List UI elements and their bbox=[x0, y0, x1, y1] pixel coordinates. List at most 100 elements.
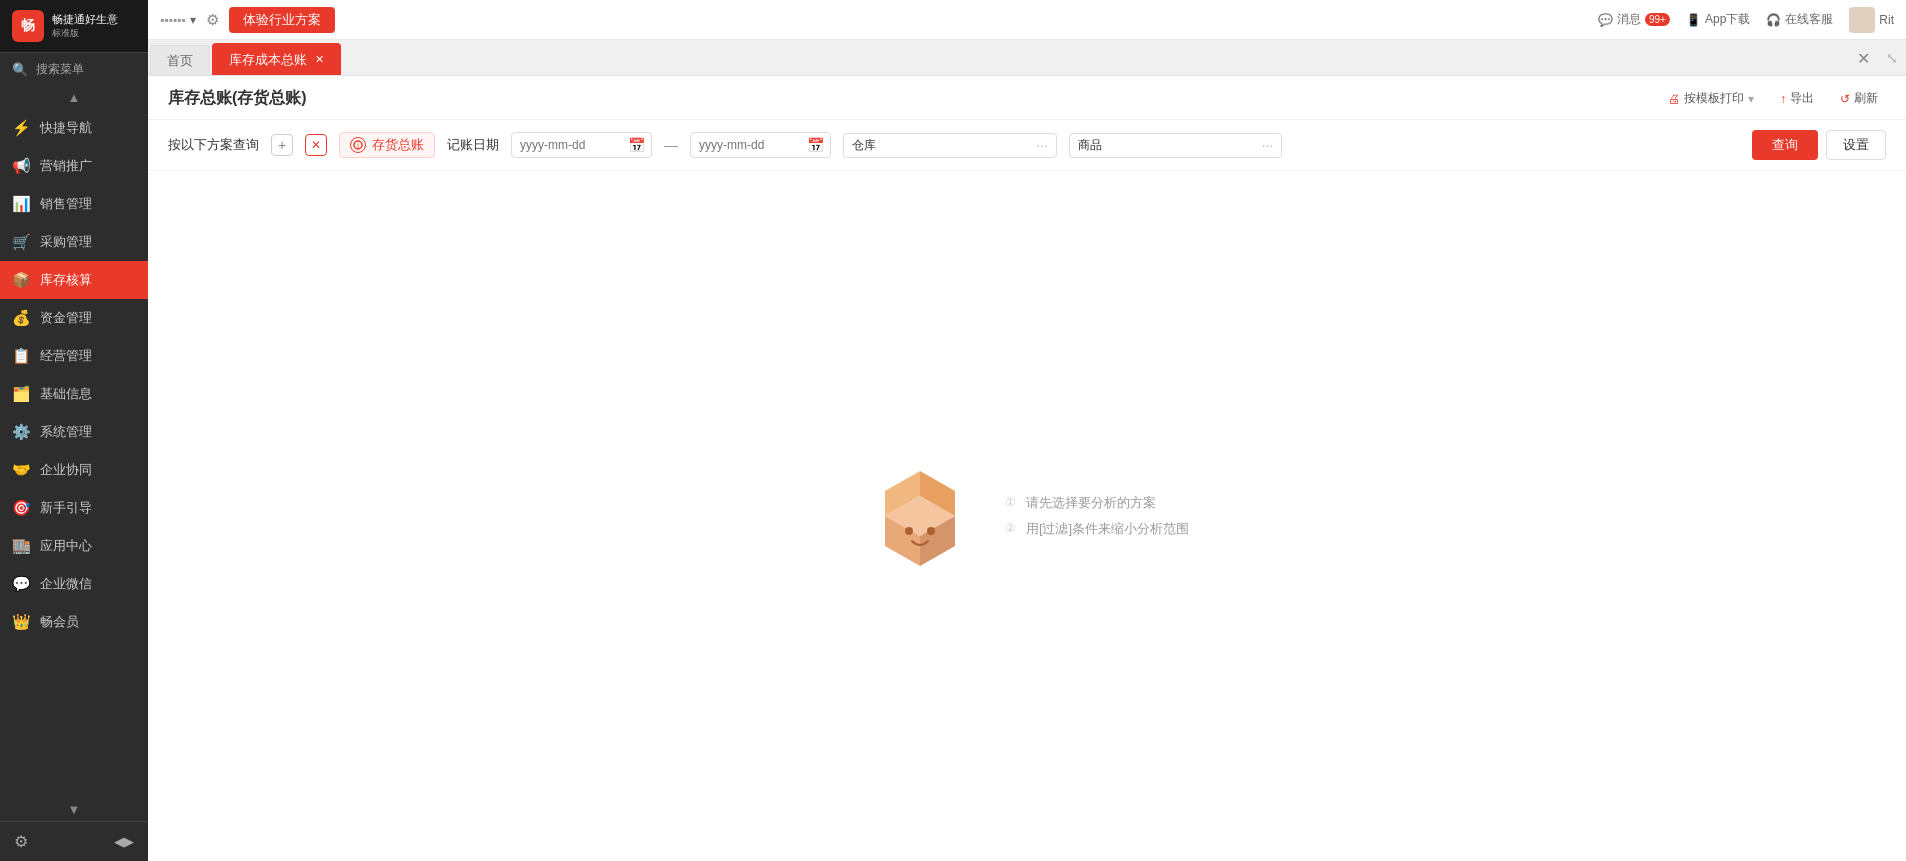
topbar: ▪▪▪▪▪▪ ▾ ⚙ 体验行业方案 💬 消息 99+ 📱 App下载 🎧 在线客… bbox=[148, 0, 1906, 40]
purchase-icon: 🛒 bbox=[12, 233, 30, 251]
sidebar-item-appstore[interactable]: 🏬 应用中心 bbox=[0, 527, 148, 565]
hint-num-1: ① bbox=[1005, 490, 1016, 514]
sidebar-search[interactable]: 🔍 搜索菜单 bbox=[0, 53, 148, 86]
goods-input[interactable] bbox=[1108, 138, 1258, 152]
sidebar-item-purchase[interactable]: 🛒 采购管理 bbox=[0, 223, 148, 261]
empty-text: ① 请先选择要分析的方案 ② 用[过滤]条件来缩小分析范围 bbox=[1005, 490, 1189, 542]
svg-point-8 bbox=[927, 527, 935, 535]
goods-label: 商品 bbox=[1078, 137, 1102, 154]
calendar-to-icon[interactable]: 📅 bbox=[801, 133, 830, 157]
export-btn[interactable]: ↑ 导出 bbox=[1772, 86, 1822, 111]
app-logo-text: 畅捷通好生意 标准版 bbox=[52, 12, 118, 39]
warehouse-more-icon[interactable]: ··· bbox=[1032, 137, 1048, 153]
sales-icon: 📊 bbox=[12, 195, 30, 213]
topbar-right: 💬 消息 99+ 📱 App下载 🎧 在线客服 Rit bbox=[1598, 7, 1894, 33]
marketing-icon: 📢 bbox=[12, 157, 30, 175]
headset-icon: 🎧 bbox=[1766, 13, 1781, 27]
member-icon: 👑 bbox=[12, 613, 30, 631]
scroll-down-btn[interactable]: ▼ bbox=[0, 798, 148, 821]
basic-icon: 🗂️ bbox=[12, 385, 30, 403]
user-avatar-btn[interactable]: Rit bbox=[1849, 7, 1894, 33]
filter-scheme-item[interactable]: i 存货总账 bbox=[339, 132, 435, 158]
page-header-actions: 🖨 按模板打印 ▾ ↑ 导出 ↺ 刷新 bbox=[1660, 86, 1886, 111]
empty-illustration bbox=[865, 461, 975, 571]
sidebar-item-member[interactable]: 👑 畅会员 bbox=[0, 603, 148, 641]
hint-num-2: ② bbox=[1005, 516, 1016, 540]
user-avatar bbox=[1849, 7, 1875, 33]
online-support-btn[interactable]: 🎧 在线客服 bbox=[1766, 11, 1833, 28]
sidebar: 畅 畅捷通好生意 标准版 🔍 搜索菜单 ▲ ⚡ 快捷导航 📢 营销推广 📊 销售… bbox=[0, 0, 148, 861]
message-icon: 💬 bbox=[1598, 13, 1613, 27]
tabbar: 首页 库存成本总账 ✕ ✕ ⤡ bbox=[148, 40, 1906, 76]
sidebar-nav: ⚡ 快捷导航 📢 营销推广 📊 销售管理 🛒 采购管理 📦 库存核算 💰 资金管… bbox=[0, 109, 148, 798]
system-icon: ⚙️ bbox=[12, 423, 30, 441]
sidebar-item-operation[interactable]: 📋 经营管理 bbox=[0, 337, 148, 375]
print-btn[interactable]: 🖨 按模板打印 ▾ bbox=[1660, 86, 1762, 111]
export-icon: ↑ bbox=[1780, 92, 1786, 106]
tab-close-icon[interactable]: ✕ bbox=[315, 53, 324, 66]
sidebar-item-quick-nav[interactable]: ⚡ 快捷导航 bbox=[0, 109, 148, 147]
hint-text-2: 用[过滤]条件来缩小分析范围 bbox=[1026, 516, 1189, 542]
date-to-input-wrap: 📅 bbox=[690, 132, 831, 158]
operation-icon: 📋 bbox=[12, 347, 30, 365]
goods-more-icon[interactable]: ··· bbox=[1258, 137, 1274, 153]
tab-inventory-ledger[interactable]: 库存成本总账 ✕ bbox=[212, 43, 341, 75]
date-to-input[interactable] bbox=[691, 134, 801, 156]
tabbar-expand-btn[interactable]: ⤡ bbox=[1886, 50, 1898, 66]
message-badge: 99+ bbox=[1645, 13, 1670, 26]
query-button[interactable]: 查询 bbox=[1752, 130, 1818, 160]
chevron-down-icon: ▾ bbox=[190, 13, 196, 27]
calendar-from-icon[interactable]: 📅 bbox=[622, 133, 651, 157]
sidebar-logo: 畅 畅捷通好生意 标准版 bbox=[0, 0, 148, 53]
filter-clear-btn[interactable]: ✕ bbox=[305, 134, 327, 156]
sidebar-item-inventory[interactable]: 📦 库存核算 bbox=[0, 261, 148, 299]
scheme-icon: i bbox=[350, 137, 366, 153]
empty-state: ① 请先选择要分析的方案 ② 用[过滤]条件来缩小分析范围 bbox=[148, 171, 1906, 861]
topbar-dropdown[interactable]: ▪▪▪▪▪▪ ▾ bbox=[160, 13, 196, 27]
tab-home[interactable]: 首页 bbox=[150, 45, 210, 75]
sidebar-footer: ⚙ ◀▶ bbox=[0, 821, 148, 861]
tabbar-close-btn[interactable]: ✕ bbox=[1857, 48, 1870, 67]
date-from-input[interactable] bbox=[512, 134, 622, 156]
messages-btn[interactable]: 💬 消息 99+ bbox=[1598, 11, 1670, 28]
print-dropdown-icon: ▾ bbox=[1748, 92, 1754, 106]
app-icon: 📱 bbox=[1686, 13, 1701, 27]
warehouse-input[interactable] bbox=[882, 138, 1032, 152]
empty-content: ① 请先选择要分析的方案 ② 用[过滤]条件来缩小分析范围 bbox=[865, 461, 1189, 571]
sidebar-item-system[interactable]: ⚙️ 系统管理 bbox=[0, 413, 148, 451]
scroll-up-btn[interactable]: ▲ bbox=[0, 86, 148, 109]
filter-bar: 按以下方案查询 + ✕ i 存货总账 记账日期 📅 — 📅 仓库 bbox=[148, 120, 1906, 171]
filter-label: 按以下方案查询 bbox=[168, 136, 259, 154]
main-area: ▪▪▪▪▪▪ ▾ ⚙ 体验行业方案 💬 消息 99+ 📱 App下载 🎧 在线客… bbox=[148, 0, 1906, 861]
topbar-left: ▪▪▪▪▪▪ ▾ ⚙ 体验行业方案 bbox=[160, 7, 1590, 33]
sidebar-item-sales[interactable]: 📊 销售管理 bbox=[0, 185, 148, 223]
filter-add-btn[interactable]: + bbox=[271, 134, 293, 156]
sidebar-item-newbie[interactable]: 🎯 新手引导 bbox=[0, 489, 148, 527]
refresh-btn[interactable]: ↺ 刷新 bbox=[1832, 86, 1886, 111]
page-header: 库存总账(存货总账) 🖨 按模板打印 ▾ ↑ 导出 ↺ 刷新 bbox=[148, 76, 1906, 120]
topbar-gear-btn[interactable]: ⚙ bbox=[202, 7, 223, 33]
wechat-icon: 💬 bbox=[12, 575, 30, 593]
goods-filter-wrap: 商品 ··· bbox=[1069, 133, 1283, 158]
app-logo-icon: 畅 bbox=[12, 10, 44, 42]
sidebar-item-basic[interactable]: 🗂️ 基础信息 bbox=[0, 375, 148, 413]
sidebar-item-finance[interactable]: 💰 资金管理 bbox=[0, 299, 148, 337]
quick-nav-icon: ⚡ bbox=[12, 119, 30, 137]
newbie-icon: 🎯 bbox=[12, 499, 30, 517]
hint-text-1: 请先选择要分析的方案 bbox=[1026, 490, 1156, 516]
topbar-org-name: ▪▪▪▪▪▪ bbox=[160, 13, 186, 27]
sidebar-item-marketing[interactable]: 📢 营销推广 bbox=[0, 147, 148, 185]
sidebar-settings-btn[interactable]: ⚙ bbox=[14, 832, 28, 851]
sidebar-item-wechat[interactable]: 💬 企业微信 bbox=[0, 565, 148, 603]
date-filter-label: 记账日期 bbox=[447, 136, 499, 154]
filter-action-area: 查询 设置 bbox=[1752, 130, 1886, 160]
industry-btn[interactable]: 体验行业方案 bbox=[229, 7, 335, 33]
svg-text:i: i bbox=[357, 142, 359, 149]
app-download-btn[interactable]: 📱 App下载 bbox=[1686, 11, 1750, 28]
sidebar-item-enterprise[interactable]: 🤝 企业协同 bbox=[0, 451, 148, 489]
warehouse-filter-wrap: 仓库 ··· bbox=[843, 133, 1057, 158]
settings-button[interactable]: 设置 bbox=[1826, 130, 1886, 160]
sidebar-collapse-btn[interactable]: ◀▶ bbox=[114, 834, 134, 849]
page-content: 库存总账(存货总账) 🖨 按模板打印 ▾ ↑ 导出 ↺ 刷新 按以下方案查询 bbox=[148, 76, 1906, 861]
page-title: 库存总账(存货总账) bbox=[168, 88, 307, 109]
